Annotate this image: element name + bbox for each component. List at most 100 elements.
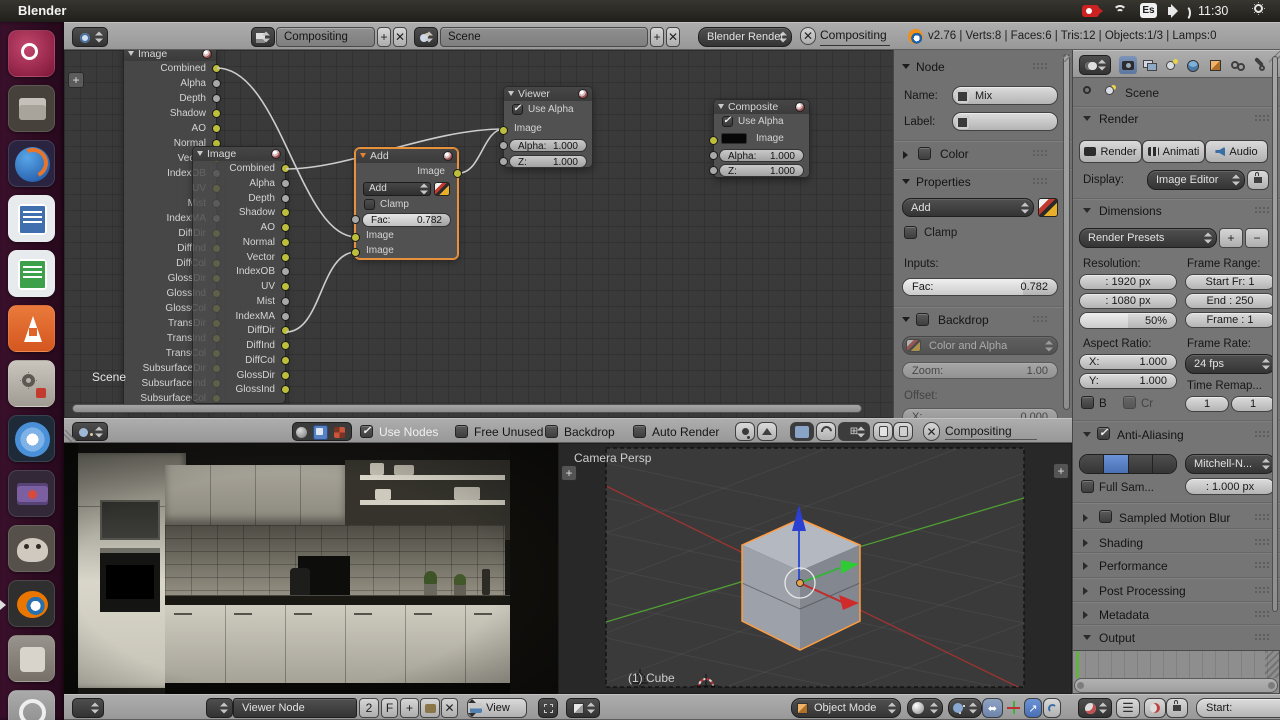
center-view-button[interactable] [538, 698, 558, 718]
aa-samples-option[interactable] [1080, 455, 1105, 473]
alpha-input-socket[interactable] [499, 141, 508, 150]
close-scene-button[interactable]: ✕ [666, 27, 680, 47]
interaction-mode-select[interactable]: Object Mode [791, 698, 901, 718]
use-nodes-checkbox[interactable] [360, 424, 373, 438]
panel-grip[interactable] [1254, 513, 1270, 521]
clear-tree-button[interactable]: ✕ [923, 422, 940, 441]
panel-grip[interactable] [1254, 114, 1270, 122]
aa-samples-option[interactable] [1128, 455, 1153, 473]
panel-grip[interactable] [1254, 561, 1270, 569]
node-editor-canvas[interactable]: Image CombinedAlphaDepthShadowAONormalVe… [64, 50, 1072, 418]
editor-type-button[interactable] [72, 698, 104, 718]
animation-button[interactable]: Animati [1142, 140, 1205, 163]
antialiasing-checkbox[interactable] [1097, 426, 1110, 440]
panel-grip[interactable] [1254, 610, 1270, 618]
swatch-icon[interactable] [434, 182, 450, 196]
node-header[interactable]: Viewer [504, 87, 592, 101]
tab-modifiers[interactable] [1251, 56, 1269, 74]
launcher-icon[interactable] [8, 305, 55, 352]
mix-node-add[interactable]: Add Image Add Clamp Fac: 0.782 Image Imag… [351, 148, 462, 259]
expand-region-tab[interactable]: + [561, 465, 577, 481]
expand-icon[interactable] [1083, 611, 1088, 619]
editor-type-button[interactable] [1078, 698, 1112, 718]
collapse-icon[interactable] [718, 104, 724, 109]
tab-render[interactable] [1119, 56, 1137, 74]
manipulator-toggle[interactable]: ⬌ [982, 698, 1003, 718]
render-engine-select[interactable]: Blender Render [698, 27, 792, 47]
auto-render-checkbox[interactable] [633, 425, 646, 438]
tab-render-layers[interactable] [1141, 56, 1159, 74]
volume-icon[interactable] [1168, 4, 1191, 21]
alpha-input-socket[interactable] [709, 151, 718, 160]
expand-region-tab[interactable]: + [1053, 463, 1069, 479]
lock-interface-button[interactable] [1247, 170, 1269, 190]
vertical-scrollbar[interactable] [1272, 56, 1278, 612]
launcher-icon[interactable] [8, 690, 55, 720]
aspect-y-field[interactable]: Y: 1.000 [1079, 373, 1177, 389]
panel-title-render[interactable]: Render [1099, 112, 1138, 126]
copy-button[interactable] [873, 422, 893, 441]
full-sample-checkbox[interactable] [1081, 480, 1094, 493]
clamp-checkbox[interactable] [364, 199, 375, 210]
editor-type-button[interactable] [566, 698, 600, 718]
image-input-socket[interactable] [709, 136, 718, 145]
paste-button[interactable] [893, 422, 913, 441]
aspect-x-field[interactable]: X: 1.000 [1079, 354, 1177, 370]
sampled-motion-blur-checkbox[interactable] [1099, 510, 1112, 523]
expand-icon[interactable] [1083, 562, 1088, 570]
color-swatch[interactable] [721, 133, 747, 144]
current-frame-field[interactable]: Frame : 1 [1185, 312, 1275, 328]
z-slider[interactable]: Z: 1.000 [719, 164, 804, 177]
alpha-slider[interactable]: Alpha: 1.000 [719, 149, 804, 162]
screen-layout-name[interactable]: Compositing [276, 27, 375, 47]
panel-title-dimensions[interactable]: Dimensions [1099, 204, 1162, 218]
translate-manipulator-button[interactable]: ↗ [1024, 698, 1042, 718]
panel-grip[interactable] [1254, 430, 1270, 438]
launcher-icon[interactable] [8, 525, 55, 572]
launcher-icon[interactable] [8, 470, 55, 517]
image-input-socket[interactable] [351, 248, 360, 257]
collapse-icon[interactable] [1083, 208, 1091, 213]
image-input-socket[interactable] [351, 233, 360, 242]
collapse-icon[interactable] [360, 153, 366, 158]
parent-tree-button[interactable] [757, 422, 777, 441]
add-layout-button[interactable]: + [377, 27, 391, 47]
curve-link-button[interactable] [816, 422, 836, 441]
lock-button[interactable] [1166, 698, 1188, 718]
fps-select[interactable]: 24 fps [1185, 354, 1275, 374]
close-layout-button[interactable]: ✕ [393, 27, 407, 47]
render-button[interactable]: Render [1079, 140, 1142, 163]
fake-user-button[interactable]: F [381, 698, 398, 718]
image-output-socket[interactable] [453, 169, 462, 178]
scene-name[interactable]: Scene [440, 27, 648, 47]
render-result-button[interactable] [790, 422, 814, 441]
resolution-y-field[interactable]: : 1080 px [1079, 293, 1177, 309]
panel-grip[interactable] [1254, 633, 1270, 641]
current-frame-marker[interactable] [1076, 651, 1079, 678]
resolution-x-field[interactable]: : 1920 px [1079, 274, 1177, 290]
screen-layout-icon-button[interactable] [251, 27, 275, 47]
z-slider[interactable]: Z: 1.000 [509, 155, 587, 168]
screen-record-icon[interactable] [1082, 5, 1103, 17]
launcher-icon[interactable] [8, 195, 55, 242]
use-alpha-checkbox[interactable] [722, 115, 733, 127]
launcher-icon[interactable] [8, 30, 55, 77]
collapse-icon[interactable] [508, 91, 514, 96]
horizontal-scrollbar[interactable] [72, 404, 862, 413]
z-input-socket[interactable] [709, 166, 718, 175]
launcher-icon[interactable] [8, 250, 55, 297]
panel-title-performance[interactable]: Performance [1099, 559, 1168, 573]
tree-name-field[interactable]: Compositing [945, 424, 1037, 440]
pivot-point-select[interactable] [948, 698, 982, 718]
expand-region-tab[interactable]: + [68, 72, 84, 88]
unlink-image-button[interactable]: ✕ [441, 698, 458, 718]
name-edit-field[interactable]: Compositing [820, 28, 890, 46]
wifi-icon[interactable] [1112, 4, 1130, 17]
shading-mode-select[interactable] [907, 698, 943, 718]
filter-size-field[interactable]: : 1.000 px [1185, 478, 1275, 495]
time-remap-old-field[interactable]: 1 [1185, 396, 1229, 412]
tab-scene[interactable] [1163, 56, 1181, 74]
launcher-icon[interactable] [8, 360, 55, 407]
panel-grip[interactable] [1254, 538, 1270, 546]
launcher-icon[interactable] [8, 85, 55, 132]
